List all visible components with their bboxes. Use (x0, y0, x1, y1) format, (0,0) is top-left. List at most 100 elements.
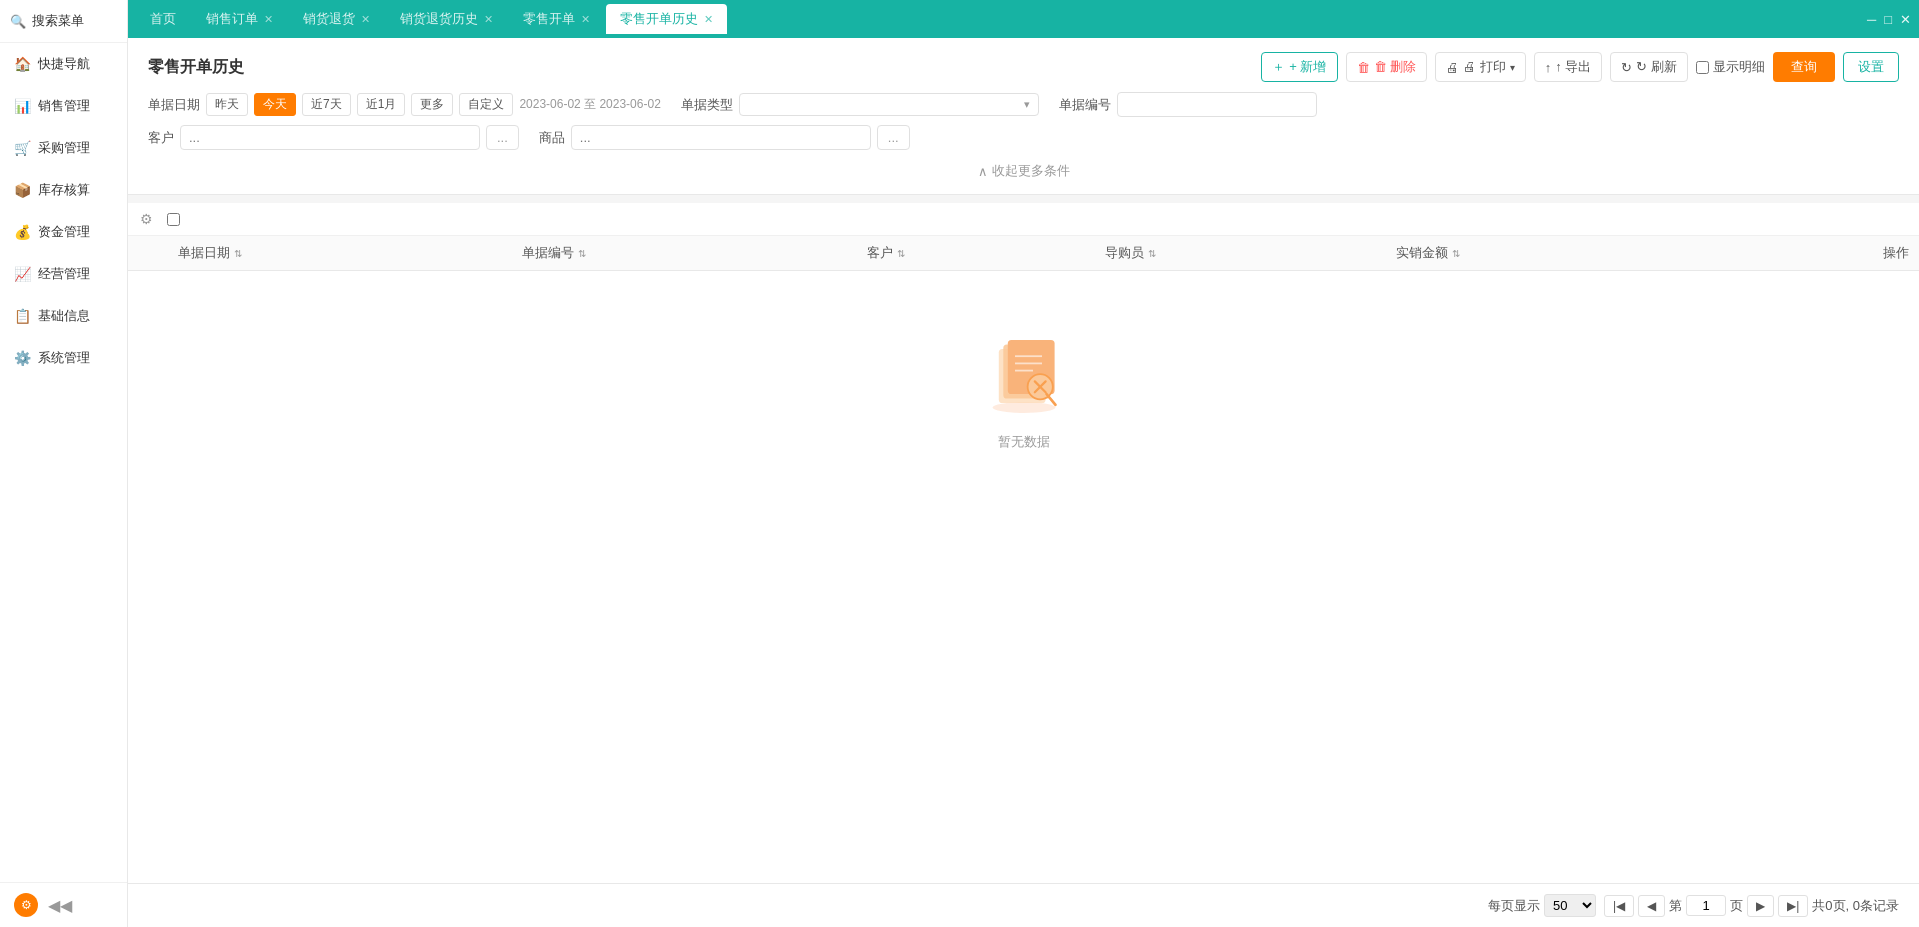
tab-close-retail-history[interactable]: ✕ (704, 13, 713, 26)
sidebar-icon-basic-info: 📋 (14, 308, 30, 324)
date-shortcut-2[interactable]: 近7天 (302, 93, 351, 116)
sort-icon-amount: ⇅ (1452, 248, 1460, 259)
doc-type-select[interactable]: ▾ (739, 93, 1039, 116)
col-label-salesperson: 导购员 (1105, 245, 1144, 260)
sidebar: 🔍 搜索菜单 🏠 快捷导航 📊 销售管理 🛒 采购管理 📦 库存核算 💰 资金管… (0, 0, 128, 927)
first-page-button[interactable]: |◀ (1604, 895, 1634, 917)
date-shortcut-5[interactable]: 自定义 (459, 93, 513, 116)
table-toolbar: ⚙ (128, 203, 1919, 236)
toolbar: ＋ + 新增 🗑 🗑 删除 🖨 🖨 打印 ▾ ↑ ↑ 导出 (1261, 52, 1899, 82)
print-button[interactable]: 🖨 🖨 打印 ▾ (1435, 52, 1526, 82)
sidebar-item-quick-nav[interactable]: 🏠 快捷导航 (0, 43, 127, 85)
sidebar-item-operations[interactable]: 📈 经营管理 (0, 253, 127, 295)
minimize-button[interactable]: ─ (1867, 12, 1876, 27)
settings-gear-button[interactable]: ⚙ (14, 893, 38, 917)
sidebar-item-finance[interactable]: 💰 资金管理 (0, 211, 127, 253)
query-button[interactable]: 查询 (1773, 52, 1835, 82)
display-toggle[interactable]: 显示明细 (1696, 58, 1765, 76)
print-dropdown-icon: ▾ (1510, 62, 1515, 73)
select-all-checkbox[interactable] (167, 213, 180, 226)
sidebar-label-inventory: 库存核算 (38, 181, 90, 199)
tab-sales-return[interactable]: 销货退货 ✕ (289, 4, 384, 34)
data-table: 单据日期⇅单据编号⇅客户⇅导购员⇅ 实销金额 ⇅ 操作 (128, 236, 1919, 271)
sidebar-item-sys-mgmt[interactable]: ⚙️ 系统管理 (0, 337, 127, 379)
date-shortcut-3[interactable]: 近1月 (357, 93, 406, 116)
th-customer[interactable]: 客户⇅ (857, 236, 1095, 271)
filter-row-1: 单据日期 昨天今天近7天近1月更多自定义 2023-06-02 至 2023-0… (148, 92, 1899, 117)
export-icon: ↑ (1545, 60, 1552, 75)
goods-ellipsis-button[interactable]: ... (877, 125, 910, 150)
goods-input[interactable] (571, 125, 871, 150)
maximize-button[interactable]: □ (1884, 12, 1892, 27)
th-amount[interactable]: 实销金额 ⇅ (1386, 236, 1730, 271)
filter-row-2: 客户 ... 商品 ... (148, 125, 1899, 150)
refresh-button[interactable]: ↻ ↻ 刷新 (1610, 52, 1688, 82)
table-area: ⚙ 单据日期⇅单据编号⇅客户⇅导购员⇅ 实销金额 ⇅ 操作 (128, 203, 1919, 883)
prev-page-button[interactable]: ◀ (1638, 895, 1665, 917)
sidebar-icon-quick-nav: 🏠 (14, 56, 30, 72)
next-page-button[interactable]: ▶ (1747, 895, 1774, 917)
tab-home[interactable]: 首页 (136, 4, 190, 34)
sidebar-search-label: 搜索菜单 (32, 12, 84, 30)
date-shortcut-1[interactable]: 今天 (254, 93, 296, 116)
display-toggle-checkbox[interactable] (1696, 61, 1709, 74)
tab-retail-open[interactable]: 零售开单✕ (509, 4, 604, 34)
sidebar-label-sales-mgmt: 销售管理 (38, 97, 90, 115)
th-no[interactable]: 单据编号⇅ (512, 236, 856, 271)
table-settings-icon[interactable]: ⚙ (140, 211, 153, 227)
tab-sales-order[interactable]: 销售订单 ✕ (192, 4, 287, 34)
setting-button[interactable]: 设置 (1843, 52, 1899, 82)
page-header: 零售开单历史 ＋ + 新增 🗑 🗑 删除 🖨 🖨 打印 ▾ (128, 38, 1919, 195)
table-wrapper: 单据日期⇅单据编号⇅客户⇅导购员⇅ 实销金额 ⇅ 操作 (128, 236, 1919, 883)
window-controls: ─ □ ✕ (1867, 12, 1911, 27)
tab-label-home: 首页 (150, 10, 176, 28)
col-label-amount: 实销金额 (1396, 245, 1448, 260)
date-filter: 单据日期 昨天今天近7天近1月更多自定义 2023-06-02 至 2023-0… (148, 93, 661, 116)
sidebar-item-purchase-mgmt[interactable]: 🛒 采购管理 (0, 127, 127, 169)
page-size-select[interactable]: 2050100 (1544, 894, 1596, 917)
tab-close-retail-open[interactable]: ✕ (581, 13, 590, 26)
add-button[interactable]: ＋ + 新增 (1261, 52, 1337, 82)
sidebar-icon-operations: 📈 (14, 266, 30, 282)
delete-button[interactable]: 🗑 🗑 删除 (1346, 52, 1428, 82)
add-icon: ＋ (1272, 58, 1285, 76)
th-date[interactable]: 单据日期⇅ (168, 236, 512, 271)
sidebar-footer: ⚙ ◀◀ (0, 882, 127, 927)
close-button[interactable]: ✕ (1900, 12, 1911, 27)
collapse-more-btn[interactable]: ∧ 收起更多条件 (148, 158, 1899, 184)
doc-no-input[interactable] (1117, 92, 1317, 117)
sidebar-label-finance: 资金管理 (38, 223, 90, 241)
sidebar-search[interactable]: 🔍 搜索菜单 (0, 0, 127, 43)
export-button[interactable]: ↑ ↑ 导出 (1534, 52, 1603, 82)
tab-label-retail-history: 零售开单历史 (620, 10, 698, 28)
date-shortcut-4[interactable]: 更多 (411, 93, 453, 116)
tab-retail-history[interactable]: 零售开单历史 ✕ (606, 4, 727, 34)
page-size-label: 每页显示 (1488, 897, 1540, 915)
last-page-button[interactable]: ▶| (1778, 895, 1808, 917)
tab-label-sales-return: 销货退货 (303, 10, 355, 28)
empty-text: 暂无数据 (998, 433, 1050, 451)
customer-input[interactable] (180, 125, 480, 150)
sidebar-icon-finance: 💰 (14, 224, 30, 240)
chevron-up-icon: ∧ (978, 164, 988, 179)
th-salesperson[interactable]: 导购员⇅ (1095, 236, 1386, 271)
sidebar-item-basic-info[interactable]: 📋 基础信息 (0, 295, 127, 337)
sidebar-icon-sales-mgmt: 📊 (14, 98, 30, 114)
tab-close-sales-return[interactable]: ✕ (361, 13, 370, 26)
sidebar-item-inventory[interactable]: 📦 库存核算 (0, 169, 127, 211)
sidebar-label-basic-info: 基础信息 (38, 307, 90, 325)
date-shortcut-0[interactable]: 昨天 (206, 93, 248, 116)
sidebar-item-sales-mgmt[interactable]: 📊 销售管理 (0, 85, 127, 127)
tab-close-sales-order[interactable]: ✕ (264, 13, 273, 26)
total-info: 共0页, 0条记录 (1812, 897, 1899, 915)
tab-sales-return-history[interactable]: 销货退货历史✕ (386, 4, 507, 34)
sidebar-collapse-button[interactable]: ◀◀ (48, 896, 72, 915)
tab-label-sales-order: 销售订单 (206, 10, 258, 28)
col-label-no: 单据编号 (522, 245, 574, 260)
print-icon: 🖨 (1446, 60, 1459, 75)
current-page-input[interactable] (1686, 895, 1726, 916)
sidebar-label-sys-mgmt: 系统管理 (38, 349, 90, 367)
th-action: 操作 (1730, 236, 1919, 271)
tab-close-sales-return-history[interactable]: ✕ (484, 13, 493, 26)
customer-ellipsis-button[interactable]: ... (486, 125, 519, 150)
